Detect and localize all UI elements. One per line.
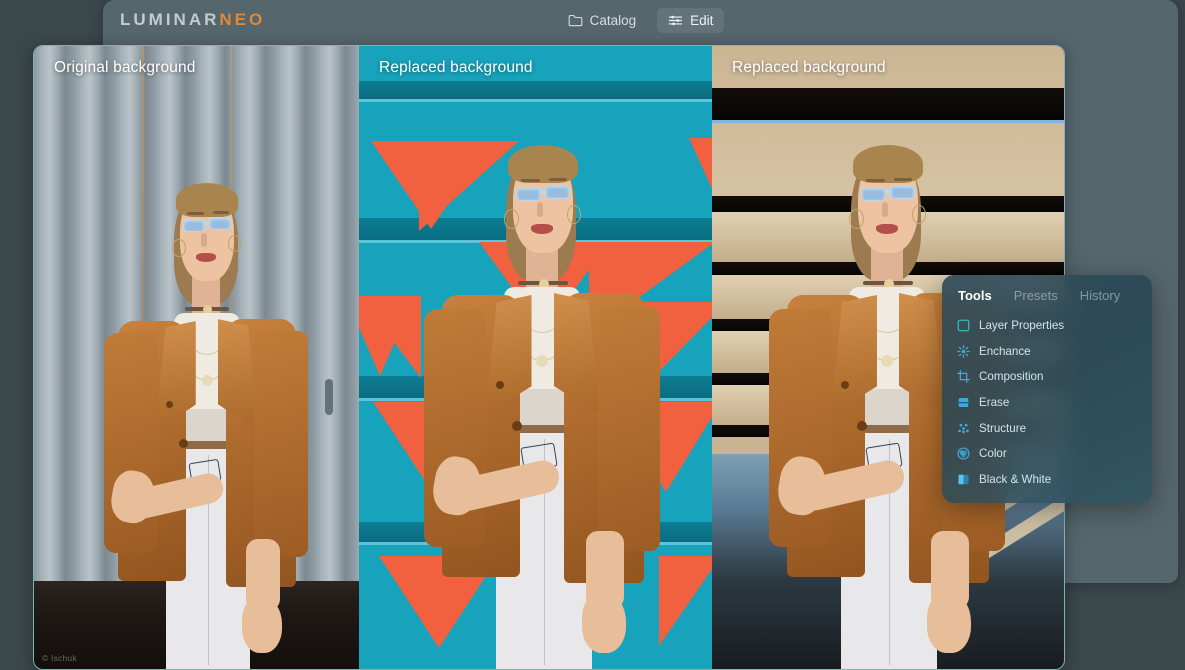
tools-panel-tabs: Tools Presets History	[942, 275, 1152, 309]
tools-panel: Tools Presets History Layer Properties E…	[942, 275, 1152, 503]
nav-catalog-label: Catalog	[589, 12, 637, 28]
tool-label: Structure	[979, 421, 1027, 435]
nav-edit-button[interactable]: Edit	[657, 7, 725, 33]
tools-list: Layer Properties Enchance Composition Er…	[942, 309, 1152, 492]
model-figure	[70, 109, 330, 669]
photo-pane-original[interactable]: Original background © Ischuk	[34, 46, 359, 669]
pane-label-replaced-tan: Replaced background	[732, 59, 886, 76]
tool-item-composition[interactable]: Composition	[957, 364, 1152, 390]
image-comparison-strip: Original background © Ischuk Replaced ba…	[33, 45, 1065, 670]
square-outline-icon	[957, 319, 970, 332]
pane-label-original: Original background	[54, 59, 196, 76]
tab-tools[interactable]: Tools	[958, 288, 992, 303]
tool-item-color[interactable]: Color	[957, 441, 1152, 467]
pane-label-replaced-teal: Replaced background	[379, 59, 533, 76]
top-navigation: Catalog Edit	[103, 0, 1178, 40]
nav-edit-label: Edit	[690, 12, 714, 28]
photo-watermark: © Ischuk	[42, 653, 77, 663]
color-wheel-icon	[957, 447, 970, 460]
tool-label: Color	[979, 447, 1007, 461]
tool-item-layer-properties[interactable]: Layer Properties	[957, 313, 1152, 339]
nav-catalog-button[interactable]: Catalog	[557, 8, 648, 33]
eraser-icon	[957, 396, 970, 409]
crop-icon	[957, 370, 970, 384]
dots-grid-icon	[957, 422, 970, 435]
title-bar: LUMINARNEO Catalog Edit	[103, 0, 1178, 40]
tool-label: Black & White	[979, 472, 1052, 486]
tool-item-erase[interactable]: Erase	[957, 390, 1152, 416]
model-figure	[386, 69, 686, 669]
half-square-icon	[957, 473, 970, 486]
tool-label: Erase	[979, 396, 1010, 410]
tool-item-enchance[interactable]: Enchance	[957, 339, 1152, 365]
tool-item-black-and-white[interactable]: Black & White	[957, 467, 1152, 493]
sliders-icon	[668, 14, 683, 27]
folder-icon	[568, 14, 583, 27]
tab-history[interactable]: History	[1080, 288, 1120, 303]
photo-pane-replaced-teal[interactable]: Replaced background	[359, 46, 712, 669]
tool-label: Composition	[979, 370, 1044, 384]
app-root: LUMINARNEO Catalog Edit Original backgro…	[0, 0, 1185, 670]
tool-label: Layer Properties	[979, 319, 1065, 333]
tool-item-structure[interactable]: Structure	[957, 415, 1152, 441]
tab-presets[interactable]: Presets	[1014, 288, 1058, 303]
tool-label: Enchance	[979, 344, 1031, 358]
sparkle-icon	[957, 345, 970, 358]
